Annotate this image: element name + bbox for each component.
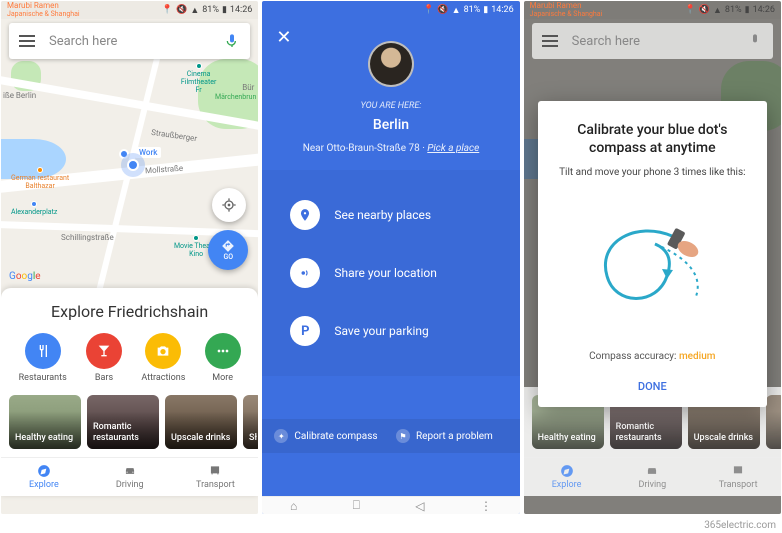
search-placeholder: Search here [572,34,747,49]
compass-icon: ✦ [274,429,288,443]
address-line: Near Otto-Braun-Straße 78 · Pick a place [278,143,503,154]
mute-icon: 🔇 [176,5,187,15]
flag-icon: ⚑ [396,429,410,443]
work-label[interactable]: Work [135,147,161,158]
camera-icon [145,333,181,369]
work-pin[interactable] [119,149,129,159]
phone-calibrate-dialog: Marubi RamenJapanische & Shanghai 📍🔇▲81%… [524,1,781,514]
status-bar: 📍🔇▲ 81%▮ 14:26 [262,1,519,19]
google-logo: Google [9,271,41,282]
card-upscale[interactable]: Upscale drinks [165,395,237,449]
explore-icon [37,464,51,478]
search-bar[interactable]: Search here [532,23,773,59]
bus-icon [208,464,222,478]
crosshair-icon [221,197,237,213]
dialog-subtitle: Tilt and move your phone 3 times like th… [558,167,747,178]
close-button[interactable]: ✕ [276,27,291,48]
card-healthy-eating[interactable]: Healthy eating [9,395,81,449]
hamburger-icon[interactable] [542,35,558,47]
status-bar: Marubi RamenJapanische & Shanghai 📍🔇▲81%… [524,1,781,19]
poi-cinema[interactable]: Cinema Filmtheater Fr [181,63,216,94]
mic-icon[interactable] [224,33,240,49]
status-bar: Marubi RamenJapanische & Shanghai 📍 🔇 ▲ … [1,1,258,19]
category-restaurants[interactable]: Restaurants [19,333,67,383]
directions-icon [221,239,235,253]
tab-explore: Explore [524,458,610,496]
card-romantic[interactable]: Romantic restaurants [87,395,159,449]
phone-maps-explore: iße Berlin Straußberger Schillingstraße … [1,1,258,514]
card-more[interactable]: Sł [243,395,258,449]
clock-text: 14:26 [230,5,252,15]
wifi-icon: ▲ [190,5,199,16]
parking-icon: P [290,316,320,346]
accuracy-line: Compass accuracy: medium [558,351,747,362]
action-share[interactable]: Share your location [290,244,491,302]
figure-eight-illustration [558,188,747,343]
accuracy-value: medium [679,351,716,362]
go-label: GO [224,253,234,261]
android-navbar: ⌂⎕◁⋮ [262,496,519,514]
sheet-title: Explore Friedrichshain [1,302,258,321]
phone-you-are-here: 📍🔇▲ 81%▮ 14:26 ✕ YOU ARE HERE: Berlin Ne… [262,1,519,514]
category-bars[interactable]: Bars [86,333,122,383]
tab-transport[interactable]: Transport [173,458,259,496]
category-attractions[interactable]: Attractions [141,333,185,383]
search-bar[interactable]: Search here [9,23,250,59]
tab-driving: Driving [609,458,695,496]
watermark: 365electric.com [704,520,776,531]
map-label: iße Berlin [3,91,36,100]
poi-restaurant[interactable]: German restaurant Balthazar [11,167,69,190]
calibrate-dialog: Calibrate your blue dot's compass at any… [538,101,767,407]
tab-driving[interactable]: Driving [87,458,173,496]
car-icon [123,464,137,478]
action-parking[interactable]: PSave your parking [290,302,491,360]
battery-icon: ▮ [222,5,227,15]
blue-dot-icon[interactable] [127,159,139,171]
tab-transport: Transport [695,458,781,496]
category-more[interactable]: More [205,333,241,383]
location-icon: 📍 [162,5,173,15]
hamburger-icon[interactable] [19,35,35,47]
done-button[interactable]: DONE [558,372,747,397]
tab-explore[interactable]: Explore [1,458,87,496]
explore-sheet[interactable]: Explore Friedrichshain Restaurants Bars … [1,288,258,496]
city-name: Berlin [278,117,503,133]
fork-knife-icon [25,333,61,369]
calibrate-compass-button[interactable]: ✦Calibrate compass [274,429,386,443]
map-label: Straußberger [151,128,198,143]
share-location-icon [290,258,320,288]
cocktail-icon [86,333,122,369]
map-label: Bür [242,83,254,92]
pick-place-link[interactable]: Pick a place [427,143,479,154]
map-label: Schillingstraße [61,233,114,242]
search-placeholder: Search here [49,34,224,49]
poi-transit[interactable]: Alexanderplatz [11,201,57,216]
poi-park[interactable]: Märchenbrun [215,93,256,101]
action-nearby[interactable]: See nearby places [290,186,491,244]
report-problem-button[interactable]: ⚑Report a problem [396,429,508,443]
avatar[interactable] [368,41,414,87]
pin-icon [290,200,320,230]
you-are-here-label: YOU ARE HERE: [278,101,503,111]
more-icon [205,333,241,369]
mic-icon[interactable] [747,33,763,49]
dialog-title: Calibrate your blue dot's compass at any… [558,121,747,157]
battery-text: 81% [202,5,219,15]
